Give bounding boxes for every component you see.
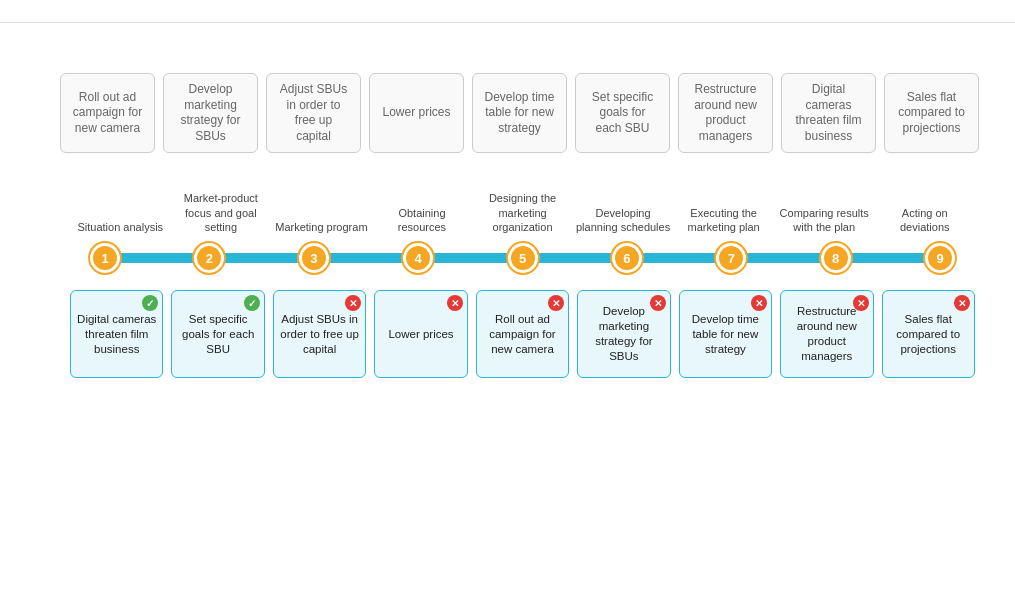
timeline-label: Acting on deviations bbox=[875, 206, 976, 235]
bank-item[interactable]: Lower prices bbox=[369, 73, 464, 153]
bank-item[interactable]: Set specific goals for each SBU bbox=[575, 73, 670, 153]
drop-item-text: Lower prices bbox=[388, 327, 453, 342]
incorrect-icon bbox=[447, 295, 463, 311]
bank-item[interactable]: Develop time table for new strategy bbox=[472, 73, 567, 153]
drop-item-text: Sales flat compared to projections bbox=[889, 312, 968, 357]
timeline-node: 9 bbox=[925, 243, 955, 273]
timeline-label: Obtaining resources bbox=[372, 206, 473, 235]
correct-icon bbox=[244, 295, 260, 311]
timeline-label: Marketing program bbox=[271, 220, 372, 234]
drop-item-text: Develop time table for new strategy bbox=[686, 312, 765, 357]
timeline-label: Situation analysis bbox=[70, 220, 171, 234]
drop-zone-row: Digital cameras threaten film business Se… bbox=[60, 290, 985, 378]
timeline-label: Designing the marketing organization bbox=[472, 191, 573, 234]
incorrect-icon bbox=[548, 295, 564, 311]
timeline-bar: 1 2 3 4 5 6 7 8 9 bbox=[70, 240, 975, 276]
timeline-label: Executing the marketing plan bbox=[673, 206, 774, 235]
bank-item[interactable]: Develop marketing strategy for SBUs bbox=[163, 73, 258, 153]
incorrect-icon bbox=[751, 295, 767, 311]
timeline-node: 6 bbox=[612, 243, 642, 273]
bank-item[interactable]: Restructure around new product managers bbox=[678, 73, 773, 153]
drop-item-text: Roll out ad campaign for new camera bbox=[483, 312, 562, 357]
drop-item[interactable]: Restructure around new product managers bbox=[780, 290, 873, 378]
timeline-node: 3 bbox=[299, 243, 329, 273]
drop-item[interactable]: Adjust SBUs in order to free up capital bbox=[273, 290, 366, 378]
incorrect-icon bbox=[650, 295, 666, 311]
drop-item-text: Set specific goals for each SBU bbox=[178, 312, 257, 357]
timeline-label: Market-product focus and goal setting bbox=[171, 191, 272, 234]
bank-item[interactable]: Sales flat compared to projections bbox=[884, 73, 979, 153]
main-content: Roll out ad campaign for new cameraDevel… bbox=[0, 23, 1015, 398]
drop-item[interactable]: Sales flat compared to projections bbox=[882, 290, 975, 378]
items-bank: Roll out ad campaign for new cameraDevel… bbox=[60, 63, 985, 163]
header bbox=[0, 0, 1015, 23]
drop-item[interactable]: Digital cameras threaten film business bbox=[70, 290, 163, 378]
timeline-label: Developing planning schedules bbox=[573, 206, 674, 235]
drop-item[interactable]: Lower prices bbox=[374, 290, 467, 378]
timeline-node: 2 bbox=[194, 243, 224, 273]
timeline-nodes: 1 2 3 4 5 6 7 8 9 bbox=[70, 240, 975, 276]
drop-item-text: Develop marketing strategy for SBUs bbox=[584, 304, 663, 364]
bank-item[interactable]: Adjust SBUs in order to free up capital bbox=[266, 73, 361, 153]
timeline-label: Comparing results with the plan bbox=[774, 206, 875, 235]
bank-item[interactable]: Digital cameras threaten film business bbox=[781, 73, 876, 153]
timeline-node: 7 bbox=[716, 243, 746, 273]
timeline-node: 8 bbox=[821, 243, 851, 273]
correct-icon bbox=[142, 295, 158, 311]
timeline-labels: Situation analysisMarket-product focus a… bbox=[60, 191, 985, 234]
drop-item-text: Adjust SBUs in order to free up capital bbox=[280, 312, 359, 357]
timeline-node: 4 bbox=[403, 243, 433, 273]
timeline-node: 1 bbox=[90, 243, 120, 273]
drop-item-text: Restructure around new product managers bbox=[787, 304, 866, 364]
drop-item[interactable]: Set specific goals for each SBU bbox=[171, 290, 264, 378]
drop-item[interactable]: Develop time table for new strategy bbox=[679, 290, 772, 378]
drop-item[interactable]: Develop marketing strategy for SBUs bbox=[577, 290, 670, 378]
incorrect-icon bbox=[853, 295, 869, 311]
drop-item[interactable]: Roll out ad campaign for new camera bbox=[476, 290, 569, 378]
timeline-node: 5 bbox=[508, 243, 538, 273]
incorrect-icon bbox=[345, 295, 361, 311]
bank-item[interactable]: Roll out ad campaign for new camera bbox=[60, 73, 155, 153]
incorrect-icon bbox=[954, 295, 970, 311]
drop-item-text: Digital cameras threaten film business bbox=[77, 312, 156, 357]
